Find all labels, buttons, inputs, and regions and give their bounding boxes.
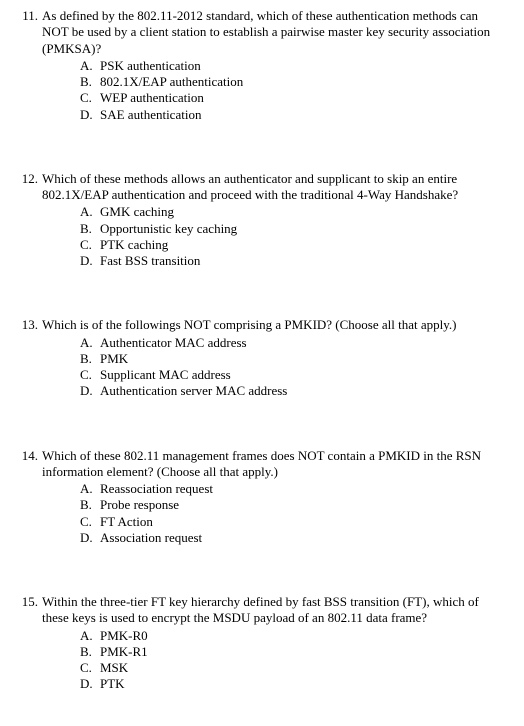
option-a: A.PMK-R0 (80, 628, 499, 644)
question-text-row: 15. Within the three-tier FT key hierarc… (20, 594, 499, 627)
option-letter: D. (80, 383, 100, 399)
option-a: A.GMK caching (80, 204, 499, 220)
options-list: A.PMK-R0 B.PMK-R1 C.MSK D.PTK (20, 628, 499, 693)
option-a: A.Authenticator MAC address (80, 335, 499, 351)
option-text: FT Action (100, 514, 153, 530)
question-text-row: 11. As defined by the 802.11-2012 standa… (20, 8, 499, 57)
question-12: 12. Which of these methods allows an aut… (20, 171, 499, 270)
option-text: Probe response (100, 497, 179, 513)
question-14: 14. Which of these 802.11 management fra… (20, 448, 499, 547)
options-list: A.Authenticator MAC address B.PMK C.Supp… (20, 335, 499, 400)
question-number: 12. (20, 171, 42, 204)
question-body: As defined by the 802.11-2012 standard, … (42, 8, 499, 57)
option-b: B.Probe response (80, 497, 499, 513)
option-letter: B. (80, 497, 100, 513)
option-text: Reassociation request (100, 481, 213, 497)
option-letter: C. (80, 90, 100, 106)
options-list: A.GMK caching B.Opportunistic key cachin… (20, 204, 499, 269)
option-letter: D. (80, 107, 100, 123)
options-list: A.PSK authentication B.802.1X/EAP authen… (20, 58, 499, 123)
option-letter: D. (80, 676, 100, 692)
option-letter: A. (80, 481, 100, 497)
option-text: GMK caching (100, 204, 174, 220)
question-13: 13. Which is of the followings NOT compr… (20, 317, 499, 399)
option-text: Fast BSS transition (100, 253, 200, 269)
option-text: SAE authentication (100, 107, 201, 123)
option-letter: A. (80, 58, 100, 74)
option-text: 802.1X/EAP authentication (100, 74, 243, 90)
question-body: Which of these 802.11 management frames … (42, 448, 499, 481)
option-c: C.PTK caching (80, 237, 499, 253)
option-text: PTK (100, 676, 125, 692)
option-d: D.Association request (80, 530, 499, 546)
question-number: 13. (20, 317, 42, 333)
option-b: B.PMK-R1 (80, 644, 499, 660)
question-text-row: 12. Which of these methods allows an aut… (20, 171, 499, 204)
option-letter: D. (80, 530, 100, 546)
question-body: Which is of the followings NOT comprisin… (42, 317, 499, 333)
option-text: Authenticator MAC address (100, 335, 247, 351)
option-letter: B. (80, 351, 100, 367)
option-letter: C. (80, 367, 100, 383)
option-letter: A. (80, 628, 100, 644)
option-text: PMK-R1 (100, 644, 148, 660)
option-text: PMK-R0 (100, 628, 148, 644)
question-number: 15. (20, 594, 42, 627)
question-15: 15. Within the three-tier FT key hierarc… (20, 594, 499, 693)
option-text: MSK (100, 660, 128, 676)
option-letter: B. (80, 74, 100, 90)
option-c: C.MSK (80, 660, 499, 676)
option-d: D.Fast BSS transition (80, 253, 499, 269)
question-number: 11. (20, 8, 42, 57)
question-text-row: 14. Which of these 802.11 management fra… (20, 448, 499, 481)
option-letter: C. (80, 237, 100, 253)
option-c: C.FT Action (80, 514, 499, 530)
option-letter: C. (80, 660, 100, 676)
question-text-row: 13. Which is of the followings NOT compr… (20, 317, 499, 333)
option-c: C.WEP authentication (80, 90, 499, 106)
option-text: Authentication server MAC address (100, 383, 287, 399)
option-letter: C. (80, 514, 100, 530)
option-a: A.Reassociation request (80, 481, 499, 497)
option-text: PTK caching (100, 237, 168, 253)
option-text: Association request (100, 530, 202, 546)
question-body: Within the three-tier FT key hierarchy d… (42, 594, 499, 627)
option-b: B.Opportunistic key caching (80, 221, 499, 237)
option-letter: B. (80, 644, 100, 660)
option-text: Supplicant MAC address (100, 367, 231, 383)
option-c: C.Supplicant MAC address (80, 367, 499, 383)
option-text: WEP authentication (100, 90, 204, 106)
option-letter: A. (80, 335, 100, 351)
options-list: A.Reassociation request B.Probe response… (20, 481, 499, 546)
option-b: B.PMK (80, 351, 499, 367)
option-text: Opportunistic key caching (100, 221, 237, 237)
question-body: Which of these methods allows an authent… (42, 171, 499, 204)
option-letter: A. (80, 204, 100, 220)
option-text: PMK (100, 351, 128, 367)
option-letter: D. (80, 253, 100, 269)
option-b: B.802.1X/EAP authentication (80, 74, 499, 90)
option-d: D.PTK (80, 676, 499, 692)
option-d: D.SAE authentication (80, 107, 499, 123)
option-letter: B. (80, 221, 100, 237)
option-text: PSK authentication (100, 58, 201, 74)
option-d: D.Authentication server MAC address (80, 383, 499, 399)
question-number: 14. (20, 448, 42, 481)
question-11: 11. As defined by the 802.11-2012 standa… (20, 8, 499, 123)
option-a: A.PSK authentication (80, 58, 499, 74)
